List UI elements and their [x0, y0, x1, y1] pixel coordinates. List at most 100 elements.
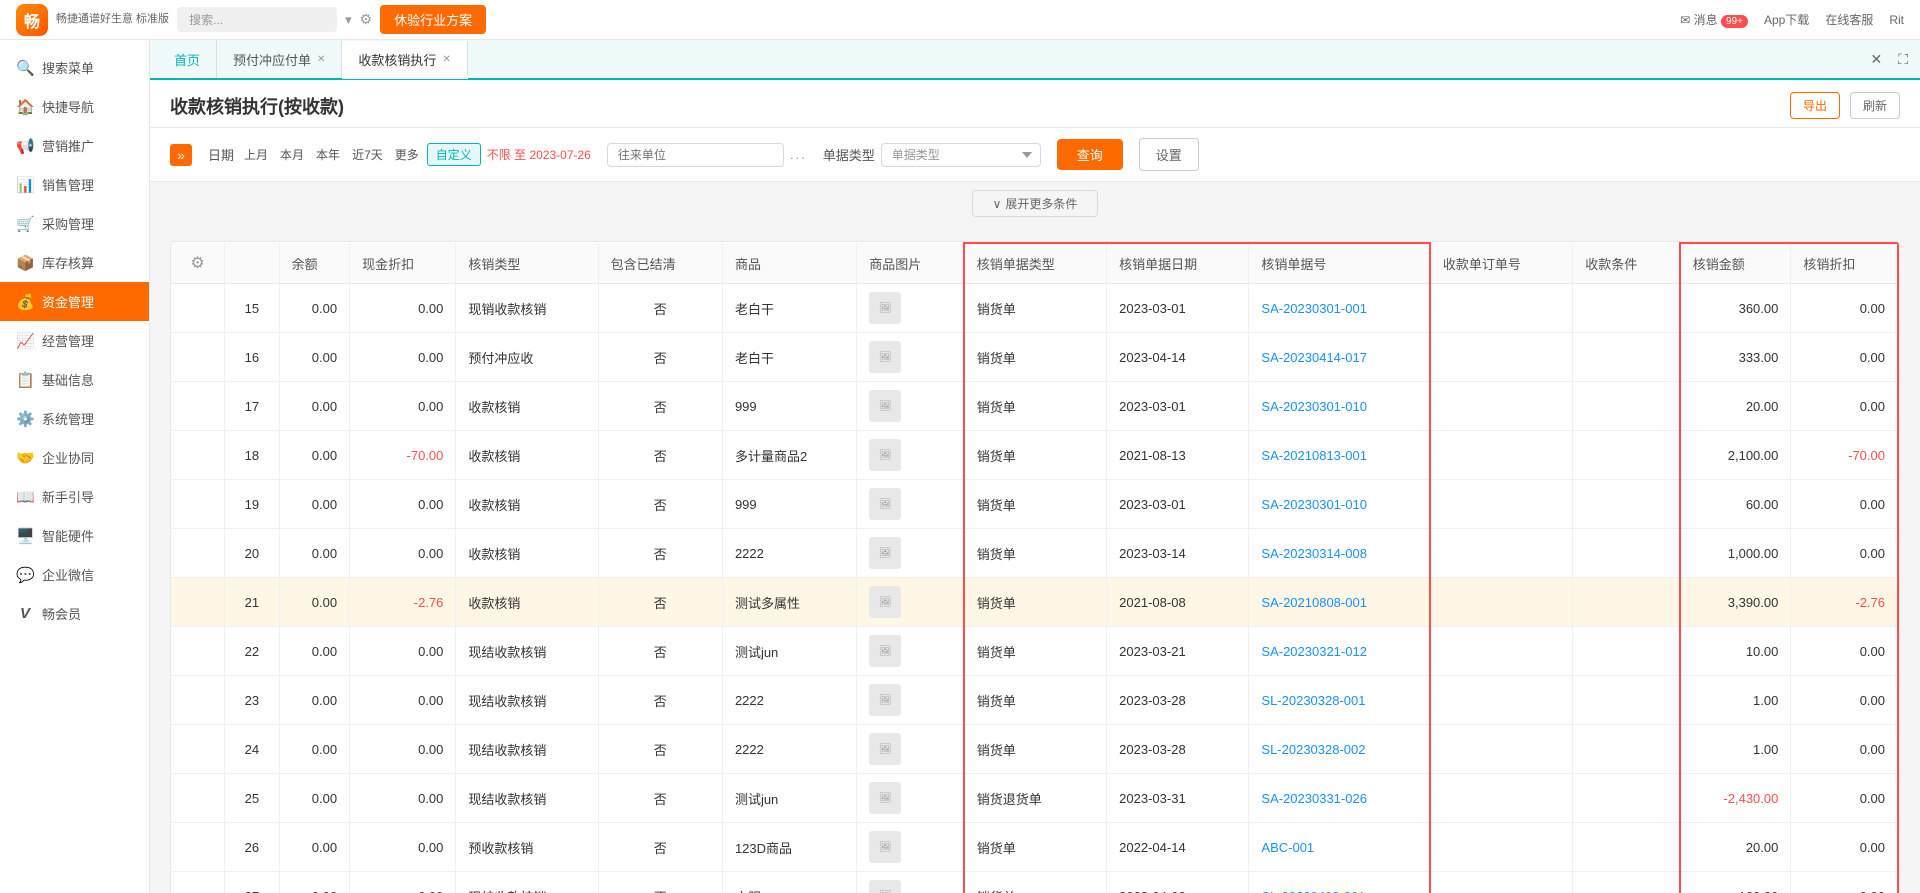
tab-collection[interactable]: 收款核销执行 ✕	[342, 41, 467, 79]
filter-date-options: 上月 本月 本年 近7天 更多 自定义	[240, 143, 481, 166]
filter-date-range: 不限 至 2023-07-26	[487, 146, 591, 163]
td-bill-no[interactable]: SA-20230301-010	[1249, 382, 1430, 431]
td-bill-date: 2021-08-13	[1107, 431, 1249, 480]
sidebar-item-purchase[interactable]: 🛒 采购管理	[0, 204, 149, 243]
td-included-settled: 否	[598, 774, 722, 823]
sidebar-item-system[interactable]: ⚙️ 系统管理	[0, 399, 149, 438]
filter-date-7days[interactable]: 近7天	[348, 143, 387, 166]
td-settings	[171, 529, 225, 578]
filter-date-more[interactable]: 更多	[391, 143, 423, 166]
td-cash-discount: 0.00	[350, 872, 456, 893]
filter-date-this-month[interactable]: 本月	[276, 143, 308, 166]
td-bill-date: 2021-08-08	[1107, 578, 1249, 627]
td-bill-no[interactable]: SA-20210813-001	[1249, 431, 1430, 480]
filter-date-this-year[interactable]: 本年	[312, 143, 344, 166]
sidebar-item-enterprise[interactable]: 🤝 企业协同	[0, 438, 149, 477]
message-label: 消息	[1694, 13, 1718, 27]
filter-expand-button[interactable]: »	[170, 144, 192, 166]
tab-prepay[interactable]: 预付冲应付单 ✕	[217, 40, 342, 78]
filter-date-last-month[interactable]: 上月	[240, 143, 272, 166]
td-goods-img: 🖼	[857, 333, 964, 382]
th-bill-date: 核销单据日期	[1107, 243, 1249, 284]
message-icon[interactable]: ✉ 消息 99+	[1680, 11, 1748, 28]
td-bill-no[interactable]: SA-20230301-001	[1249, 284, 1430, 333]
sidebar-item-label: 销售管理	[42, 175, 94, 194]
td-settings	[171, 823, 225, 872]
query-button[interactable]: 查询	[1057, 139, 1123, 170]
filter-date-custom[interactable]: 自定义	[427, 143, 481, 166]
tab-home[interactable]: 首页	[158, 40, 217, 78]
sidebar-item-basic[interactable]: 📋 基础信息	[0, 360, 149, 399]
td-bill-no[interactable]: ABC-001	[1249, 823, 1430, 872]
sidebar-item-business[interactable]: 📈 经营管理	[0, 321, 149, 360]
sidebar-item-label: 采购管理	[42, 214, 94, 233]
guide-icon: 📖	[16, 488, 34, 506]
sidebar-item-inventory[interactable]: 📦 库存核算	[0, 243, 149, 282]
sidebar-item-member[interactable]: V 畅会员	[0, 594, 149, 633]
expand-more-button[interactable]: ∨ 展开更多条件	[972, 190, 1099, 217]
industry-solution-button[interactable]: 休验行业方案	[380, 5, 486, 34]
online-service-link[interactable]: 在线客服	[1825, 11, 1873, 28]
td-row-num: 17	[225, 382, 280, 431]
td-bill-no[interactable]: SA-20210808-001	[1249, 578, 1430, 627]
td-bill-no[interactable]: SA-20230321-012	[1249, 627, 1430, 676]
tab-close-button[interactable]: ✕	[1866, 47, 1886, 72]
td-goods-img: 🖼	[857, 627, 964, 676]
sidebar-item-guide[interactable]: 📖 新手引导	[0, 477, 149, 516]
td-bill-date: 2022-04-14	[1107, 823, 1249, 872]
td-included-settled: 否	[598, 627, 722, 676]
td-bill-no[interactable]: SA-20230331-026	[1249, 774, 1430, 823]
td-receipt-condition	[1573, 578, 1680, 627]
expand-more-area: ∨ 展开更多条件	[150, 182, 1920, 225]
settings-button[interactable]: 设置	[1139, 138, 1199, 171]
sidebar-item-finance[interactable]: 💰 资金管理	[0, 282, 149, 321]
td-bill-no[interactable]: SA-20230414-017	[1249, 333, 1430, 382]
td-settings	[171, 725, 225, 774]
td-row-num: 19	[225, 480, 280, 529]
filter-from-input[interactable]	[607, 143, 784, 167]
tab-prepay-close[interactable]: ✕	[317, 54, 325, 65]
column-settings-button[interactable]: ⚙	[190, 253, 204, 273]
td-bill-no[interactable]: SA-20230301-010	[1249, 480, 1430, 529]
user-name[interactable]: Rit	[1889, 13, 1904, 27]
system-icon: ⚙️	[16, 410, 34, 428]
td-goods: 衣服00001	[722, 872, 856, 893]
tab-bar-actions: ✕ ⛶	[1866, 47, 1912, 72]
gear-icon[interactable]: ⚙	[360, 11, 373, 28]
filter-from-group: ...	[607, 143, 807, 167]
td-goods-img: 🖼	[857, 774, 964, 823]
top-search-box[interactable]: 搜索...	[177, 7, 337, 32]
table-row: 220.000.00现结收款核销否测试jun🖼销货单2023-03-21SA-2…	[171, 627, 1898, 676]
td-bill-no[interactable]: SL-20230408-001	[1249, 872, 1430, 893]
tab-collection-close[interactable]: ✕	[442, 54, 450, 65]
export-button[interactable]: 导出	[1790, 92, 1840, 119]
td-bill-no[interactable]: SL-20230328-001	[1249, 676, 1430, 725]
table-row: 230.000.00现结收款核销否2222🖼销货单2023-03-28SL-20…	[171, 676, 1898, 725]
sidebar-item-marketing[interactable]: 📢 营销推广	[0, 126, 149, 165]
td-bill-no[interactable]: SL-20230328-002	[1249, 725, 1430, 774]
sidebar-item-search[interactable]: 🔍 搜索菜单	[0, 48, 149, 87]
sidebar-item-quicknav[interactable]: 🏠 快捷导航	[0, 87, 149, 126]
sidebar-item-label: 新手引导	[42, 487, 94, 506]
th-row-num	[225, 243, 280, 284]
td-bill-type: 销货单	[964, 382, 1107, 431]
sidebar-item-sales[interactable]: 📊 销售管理	[0, 165, 149, 204]
filter-bill-type-select[interactable]: 单据类型	[881, 143, 1041, 167]
td-bill-type: 销货单	[964, 431, 1107, 480]
app-download-link[interactable]: App下载	[1764, 11, 1809, 28]
td-goods-img: 🖼	[857, 382, 964, 431]
td-row-num: 26	[225, 823, 280, 872]
sidebar-item-hardware[interactable]: 🖥️ 智能硬件	[0, 516, 149, 555]
td-goods-img: 🖼	[857, 480, 964, 529]
td-bill-date: 2023-03-14	[1107, 529, 1249, 578]
tab-expand-button[interactable]: ⛶	[1894, 47, 1912, 72]
refresh-button[interactable]: 刷新	[1850, 92, 1900, 119]
table-row: 160.000.00预付冲应收否老白干🖼销货单2023-04-14SA-2023…	[171, 333, 1898, 382]
td-cancel-amount: 60.00	[1680, 480, 1791, 529]
purchase-icon: 🛒	[16, 215, 34, 233]
td-settings	[171, 676, 225, 725]
hardware-icon: 🖥️	[16, 527, 34, 545]
sidebar-item-wechat[interactable]: 💬 企业微信	[0, 555, 149, 594]
td-bill-no[interactable]: SA-20230314-008	[1249, 529, 1430, 578]
td-balance: 0.00	[279, 872, 349, 893]
